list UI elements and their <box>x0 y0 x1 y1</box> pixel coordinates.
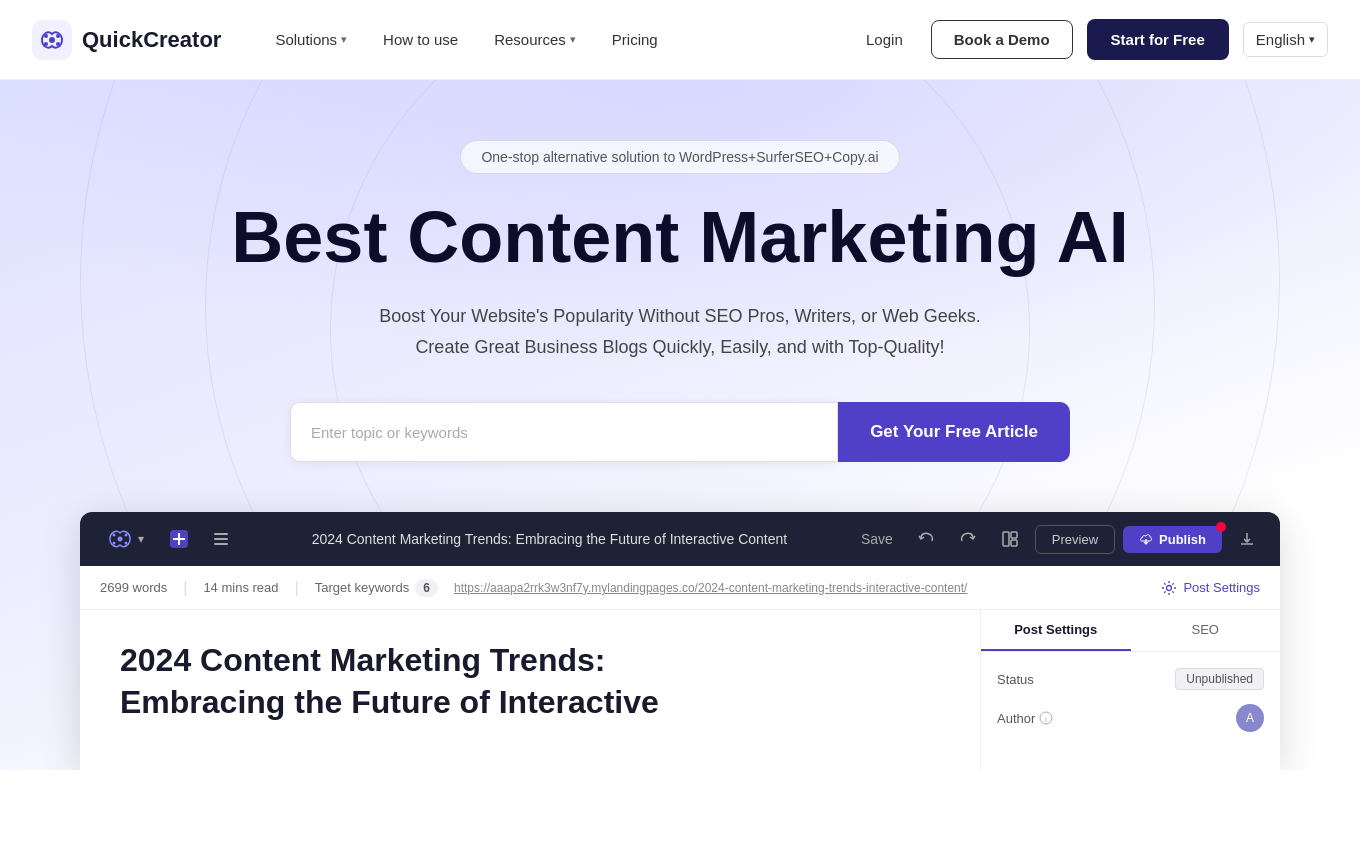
hero-title: Best Content Marketing AI <box>231 198 1128 277</box>
svg-point-4 <box>44 42 48 46</box>
svg-point-3 <box>56 34 60 38</box>
toolbar-save-button[interactable]: Save <box>861 531 893 547</box>
svg-point-1 <box>49 37 55 43</box>
svg-rect-17 <box>1003 532 1009 546</box>
toolbar-add-button[interactable] <box>162 522 196 556</box>
svg-rect-15 <box>214 538 228 540</box>
keywords-count-badge: 6 <box>415 579 438 597</box>
chevron-down-icon: ▾ <box>570 33 576 46</box>
logo-icon <box>32 20 72 60</box>
chevron-down-icon: ▾ <box>341 33 347 46</box>
author-avatar: A <box>1236 704 1264 732</box>
toolbar-publish-button[interactable]: Publish <box>1123 526 1222 553</box>
hero-form: Get Your Free Article <box>290 402 1070 462</box>
nav-solutions-label: Solutions <box>275 31 337 48</box>
info-icon: i <box>1039 711 1053 725</box>
nav-link-pricing[interactable]: Pricing <box>598 23 672 56</box>
start-free-button[interactable]: Start for Free <box>1087 19 1229 60</box>
svg-point-8 <box>125 534 128 537</box>
svg-point-9 <box>113 542 116 545</box>
download-icon <box>1238 530 1256 548</box>
toolbar-chevron-icon: ▾ <box>138 532 144 546</box>
editor-body: 2024 Content Marketing Trends: Embracing… <box>80 610 1280 770</box>
nav-links: Solutions ▾ How to use Resources ▾ Prici… <box>261 23 852 56</box>
redo-icon <box>959 530 977 548</box>
svg-rect-19 <box>1011 540 1017 546</box>
toolbar-preview-button[interactable]: Preview <box>1035 525 1115 554</box>
editor-content-area[interactable]: 2024 Content Marketing Trends: Embracing… <box>80 610 980 770</box>
login-button[interactable]: Login <box>852 23 917 56</box>
hero-section: One-stop alternative solution to WordPre… <box>0 80 1360 770</box>
undo-icon <box>917 530 935 548</box>
hero-badge: One-stop alternative solution to WordPre… <box>460 140 899 174</box>
nav-link-how-to-use[interactable]: How to use <box>369 23 472 56</box>
toolbar-layout-button[interactable] <box>993 522 1027 556</box>
toolbar-redo-button[interactable] <box>951 522 985 556</box>
publish-notification-dot <box>1216 522 1226 532</box>
language-selector[interactable]: English ▾ <box>1243 22 1328 57</box>
status-label: Status <box>997 672 1034 687</box>
target-keywords: Target keywords 6 <box>315 579 438 597</box>
editor-card: ▾ 2024 Content Marketing Trends: Embraci… <box>80 512 1280 770</box>
settings-icon <box>1161 580 1177 596</box>
author-row: Author i A <box>997 704 1264 732</box>
status-value: Unpublished <box>1175 668 1264 690</box>
toolbar-list-button[interactable] <box>204 522 238 556</box>
logo-text: QuickCreator <box>82 27 221 53</box>
navbar: QuickCreator Solutions ▾ How to use Reso… <box>0 0 1360 80</box>
sidebar-content: Status Unpublished Author i A <box>981 652 1280 762</box>
nav-link-solutions[interactable]: Solutions ▾ <box>261 23 361 56</box>
svg-point-7 <box>113 534 116 537</box>
svg-point-10 <box>125 542 128 545</box>
svg-point-2 <box>44 34 48 38</box>
post-settings-label: Post Settings <box>1183 580 1260 595</box>
chevron-down-icon: ▾ <box>1309 33 1315 46</box>
plus-icon <box>170 530 188 548</box>
logo-link[interactable]: QuickCreator <box>32 20 221 60</box>
cloud-icon <box>1139 532 1153 546</box>
svg-rect-14 <box>214 533 228 535</box>
toolbar-undo-button[interactable] <box>909 522 943 556</box>
svg-text:i: i <box>1045 715 1047 724</box>
author-label: Author i <box>997 711 1053 726</box>
editor-settings-sidebar: Post Settings SEO Status Unpublished Aut… <box>980 610 1280 770</box>
meta-separator-1: | <box>183 579 187 597</box>
layout-icon <box>1001 530 1019 548</box>
word-count: 2699 words <box>100 580 167 595</box>
svg-point-6 <box>118 537 123 542</box>
sidebar-tabs: Post Settings SEO <box>981 610 1280 652</box>
svg-rect-16 <box>214 543 228 545</box>
svg-point-5 <box>56 42 60 46</box>
topic-input[interactable] <box>290 402 838 462</box>
svg-point-20 <box>1167 585 1172 590</box>
post-settings-button[interactable]: Post Settings <box>1161 580 1260 596</box>
list-icon <box>212 530 230 548</box>
nav-howtouse-label: How to use <box>383 31 458 48</box>
editor-toolbar: ▾ 2024 Content Marketing Trends: Embraci… <box>80 512 1280 566</box>
meta-separator-2: | <box>295 579 299 597</box>
toolbar-download-button[interactable] <box>1230 522 1264 556</box>
tab-seo[interactable]: SEO <box>1131 610 1281 651</box>
hero-subtitle: Boost Your Website's Popularity Without … <box>379 301 981 362</box>
editor-document-title: 2024 Content Marketing Trends: Embracing… <box>246 531 853 547</box>
nav-resources-label: Resources <box>494 31 566 48</box>
language-label: English <box>1256 31 1305 48</box>
hero-subtitle-line1: Boost Your Website's Popularity Without … <box>379 306 981 326</box>
read-time: 14 mins read <box>203 580 278 595</box>
toolbar-logo-icon <box>106 525 134 553</box>
editor-meta-bar: 2699 words | 14 mins read | Target keywo… <box>80 566 1280 610</box>
nav-right: Login Book a Demo Start for Free English… <box>852 19 1328 60</box>
hero-subtitle-line2: Create Great Business Blogs Quickly, Eas… <box>415 337 944 357</box>
tab-post-settings[interactable]: Post Settings <box>981 610 1131 651</box>
target-keywords-label: Target keywords <box>315 580 410 595</box>
toolbar-logo-button[interactable]: ▾ <box>96 519 154 559</box>
nav-pricing-label: Pricing <box>612 31 658 48</box>
status-row: Status Unpublished <box>997 668 1264 690</box>
book-demo-button[interactable]: Book a Demo <box>931 20 1073 59</box>
post-url[interactable]: https://aaapa2rrk3w3nf7y.mylandingpages.… <box>454 581 1145 595</box>
get-free-article-button[interactable]: Get Your Free Article <box>838 402 1070 462</box>
svg-rect-18 <box>1011 532 1017 538</box>
nav-link-resources[interactable]: Resources ▾ <box>480 23 590 56</box>
article-title: 2024 Content Marketing Trends: Embracing… <box>120 640 940 723</box>
